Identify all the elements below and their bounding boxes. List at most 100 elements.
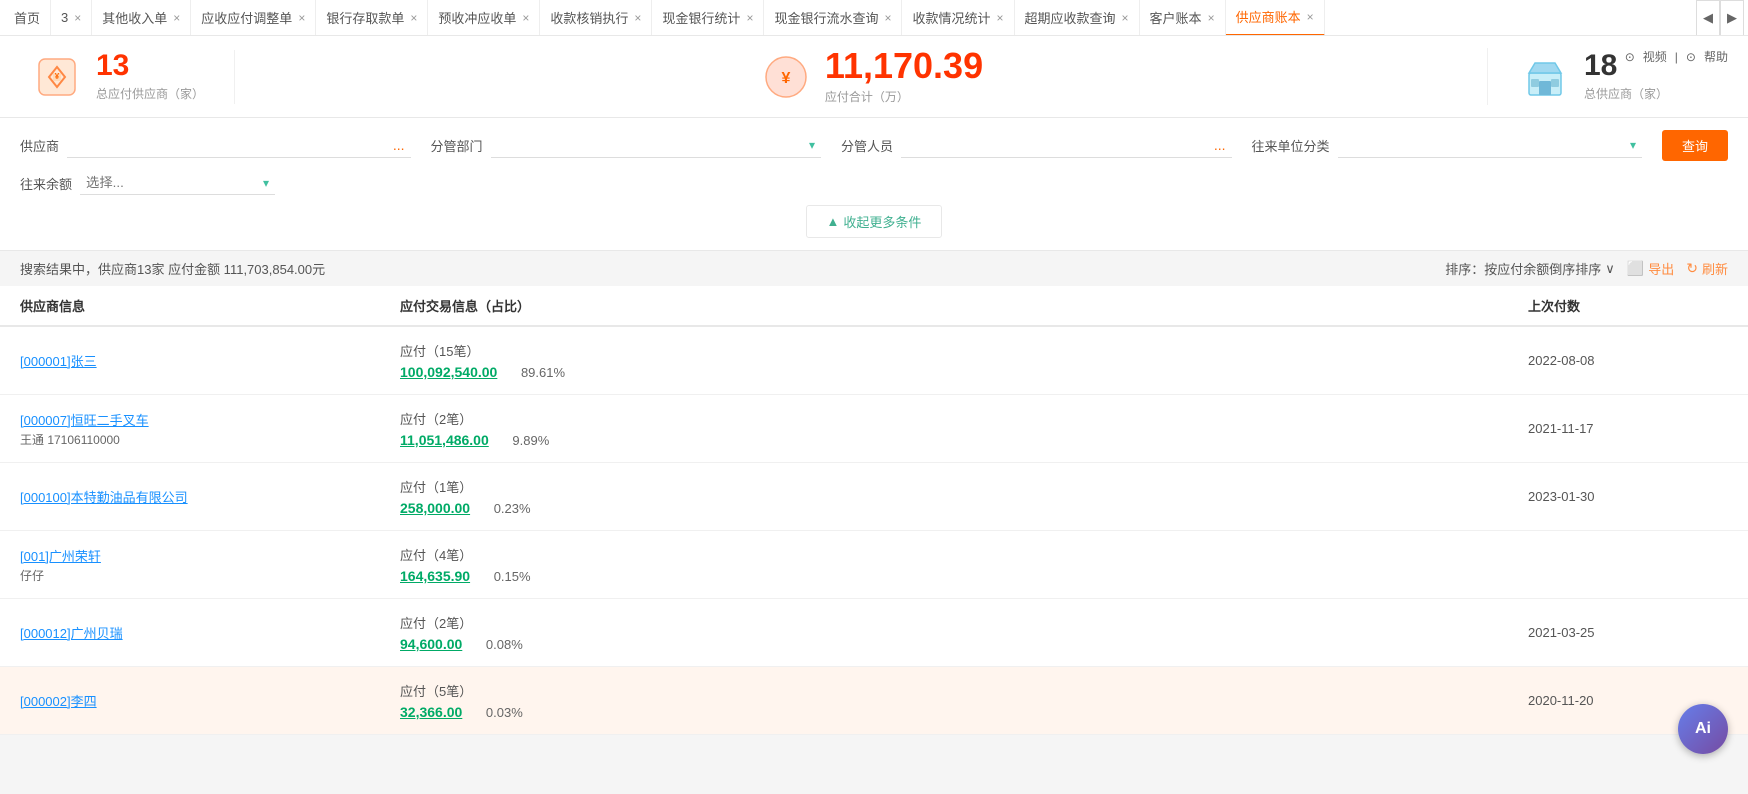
supplier-input-wrap[interactable]: ... xyxy=(67,133,410,158)
divider: | xyxy=(1675,50,1678,64)
nav-tab-cash-bank-flow-close[interactable]: × xyxy=(884,11,891,25)
nav-tab-bank-deposit[interactable]: 银行存取款单 × xyxy=(316,0,428,36)
row4-trans-label: 应付（4笔） xyxy=(400,545,1528,564)
row3-lastpay-date: 2023-01-30 xyxy=(1528,489,1595,504)
search-button[interactable]: 查询 xyxy=(1662,130,1728,161)
nav-tab-payment-stat[interactable]: 收款情况统计 × xyxy=(902,0,1014,36)
row5-lastpay: 2021-03-25 xyxy=(1528,625,1728,640)
person-input[interactable] xyxy=(907,138,1214,153)
results-summary: 搜索结果中，供应商13家 应付金额 111,703,854.00元 xyxy=(20,259,325,278)
table-header: 供应商信息 应付交易信息（占比） 上次付数 xyxy=(0,286,1748,327)
nav-tab-payment-exec[interactable]: 收款核销执行 × xyxy=(540,0,652,36)
balance-select-wrap[interactable]: ▾ xyxy=(80,171,275,195)
supplier-dots-icon[interactable]: ... xyxy=(393,137,405,153)
stat-amount-content: 11,170.39 应付合计（万） xyxy=(825,48,983,105)
refresh-button[interactable]: ↻ 刷新 xyxy=(1686,259,1728,278)
dept-input[interactable] xyxy=(497,138,809,153)
nav-tab-supplier-ledger-close[interactable]: × xyxy=(1307,10,1314,24)
balance-input[interactable] xyxy=(86,175,263,190)
col-header-supplier: 供应商信息 xyxy=(20,296,400,315)
row1-lastpay: 2022-08-08 xyxy=(1528,353,1728,368)
nav-tab-other-income[interactable]: 其他收入单 × xyxy=(92,0,191,36)
nav-arrows: ◀ ▶ xyxy=(1696,0,1744,36)
row2-trans-percent: 9.89% xyxy=(512,433,549,448)
row1-trans-amount[interactable]: 100,092,540.00 xyxy=(400,364,497,380)
row2-trans-label: 应付（2笔） xyxy=(400,409,1528,428)
stat-total-payable-suppliers: ¥ 13 总应付供应商（家） xyxy=(20,50,235,104)
category-dropdown-icon[interactable]: ▾ xyxy=(1630,138,1636,152)
nav-tab-customer-ledger-close[interactable]: × xyxy=(1208,11,1215,25)
row4-trans-percent: 0.15% xyxy=(494,569,531,584)
category-input[interactable] xyxy=(1344,138,1630,153)
circle-play-icon: ⊙ xyxy=(1625,50,1635,64)
row3-trans-amount[interactable]: 258,000.00 xyxy=(400,500,470,516)
sort-select[interactable]: 排序：按应付余额倒序排序 ∨ xyxy=(1445,259,1615,278)
refresh-label: 刷新 xyxy=(1702,259,1728,278)
stat-payable-content: 13 总应付供应商（家） xyxy=(96,51,204,102)
export-button[interactable]: ⬜ 导出 xyxy=(1627,259,1674,278)
category-select-wrap[interactable]: ▾ xyxy=(1338,134,1642,158)
row3-lastpay: 2023-01-30 xyxy=(1528,489,1728,504)
row5-trans-percent: 0.08% xyxy=(486,637,523,652)
nav-tab-payment-stat-close[interactable]: × xyxy=(997,11,1004,25)
row5-transaction: 应付（2笔） 94,600.00 0.08% xyxy=(400,613,1528,652)
row2-trans-amount[interactable]: 11,051,486.00 xyxy=(400,432,489,448)
row4-trans-amount[interactable]: 164,635.90 xyxy=(400,568,470,584)
filter-row-2: 往来余额 ▾ xyxy=(20,171,1728,195)
video-link[interactable]: 视频 xyxy=(1643,48,1667,65)
row5-trans-amount[interactable]: 94,600.00 xyxy=(400,636,462,652)
nav-tab-other-income-close[interactable]: × xyxy=(173,11,180,25)
top-right-links: ⊙ 视频 | ⊙ 帮助 xyxy=(1625,48,1728,65)
row4-supplier-link[interactable]: [001]广州荣轩 xyxy=(20,549,101,564)
nav-tab-ar-ap-adjust-close[interactable]: × xyxy=(298,11,305,25)
nav-tab-supplier-ledger[interactable]: 供应商账本 × xyxy=(1226,0,1325,36)
row1-supplier-link[interactable]: [000001]张三 xyxy=(20,354,97,369)
person-input-wrap[interactable]: ... xyxy=(901,133,1231,158)
row6-supplier-link[interactable]: [000002]李四 xyxy=(20,694,97,709)
nav-tab-cash-bank-flow[interactable]: 现金银行流水查询 × xyxy=(764,0,902,36)
row5-supplier: [000012]广州贝瑞 xyxy=(20,623,400,642)
nav-tab-ar-ap-adjust[interactable]: 应收应付调整单 × xyxy=(191,0,316,36)
nav-tab-cash-bank-stat-label: 现金银行统计 xyxy=(662,8,740,27)
dept-select-wrap[interactable]: ▾ xyxy=(491,134,821,158)
balance-dropdown-icon[interactable]: ▾ xyxy=(263,176,269,190)
row3-supplier: [000100]本特勤油品有限公司 xyxy=(20,487,400,506)
dept-dropdown-icon[interactable]: ▾ xyxy=(809,138,815,152)
row5-supplier-link[interactable]: [000012]广州贝瑞 xyxy=(20,626,123,641)
nav-tab-home[interactable]: 首页 xyxy=(4,0,51,36)
ai-button-container: Ai xyxy=(1678,704,1728,754)
col-header-transaction: 应付交易信息（占比） xyxy=(400,296,1528,315)
supplier-input[interactable] xyxy=(73,138,393,153)
row6-trans-amount[interactable]: 32,366.00 xyxy=(400,704,462,720)
nav-tab-bank-deposit-close[interactable]: × xyxy=(410,11,417,25)
top-navigation: 首页 3 × 其他收入单 × 应收应付调整单 × 银行存取款单 × 预收冲应收单… xyxy=(0,0,1748,36)
nav-tab-ar-ap-adjust-label: 应收应付调整单 xyxy=(201,8,292,27)
nav-tab-payment-exec-close[interactable]: × xyxy=(634,11,641,25)
nav-tab-advance-ar[interactable]: 预收冲应收单 × xyxy=(428,0,540,36)
nav-tab-cash-bank-stat[interactable]: 现金银行统计 × xyxy=(652,0,764,36)
row3-trans-label: 应付（1笔） xyxy=(400,477,1528,496)
row6-lastpay-date: 2020-11-20 xyxy=(1528,693,1594,708)
stat-amount-number: 11,170.39 xyxy=(825,48,983,84)
nav-tab-customer-ledger-label: 客户账本 xyxy=(1150,8,1202,27)
row6-supplier: [000002]李四 xyxy=(20,691,400,710)
nav-tab-cash-bank-stat-close[interactable]: × xyxy=(746,11,753,25)
stat-payable-number: 13 xyxy=(96,51,204,81)
help-link[interactable]: 帮助 xyxy=(1704,48,1728,65)
row3-supplier-link[interactable]: [000100]本特勤油品有限公司 xyxy=(20,490,188,505)
nav-tab-overdue-ar-close[interactable]: × xyxy=(1122,11,1129,25)
nav-tab-overdue-ar[interactable]: 超期应收款查询 × xyxy=(1015,0,1140,36)
nav-tab-overdue-ar-label: 超期应收款查询 xyxy=(1025,8,1116,27)
nav-tab-3[interactable]: 3 × xyxy=(51,0,92,36)
nav-next-arrow[interactable]: ▶ xyxy=(1720,0,1744,36)
nav-tab-advance-ar-close[interactable]: × xyxy=(522,11,529,25)
person-dots-icon[interactable]: ... xyxy=(1214,137,1226,153)
sort-area: 排序：按应付余额倒序排序 ∨ ⬜ 导出 ↻ 刷新 xyxy=(1445,259,1728,278)
collapse-button[interactable]: ▲ 收起更多条件 xyxy=(806,205,943,238)
nav-prev-arrow[interactable]: ◀ xyxy=(1696,0,1720,36)
row2-supplier-link[interactable]: [000007]恒旺二手叉车 xyxy=(20,413,149,428)
ai-assistant-button[interactable]: Ai xyxy=(1678,704,1728,754)
nav-tab-3-close[interactable]: × xyxy=(74,11,81,25)
nav-tab-customer-ledger[interactable]: 客户账本 × xyxy=(1140,0,1226,36)
row1-trans-percent: 89.61% xyxy=(521,365,565,380)
